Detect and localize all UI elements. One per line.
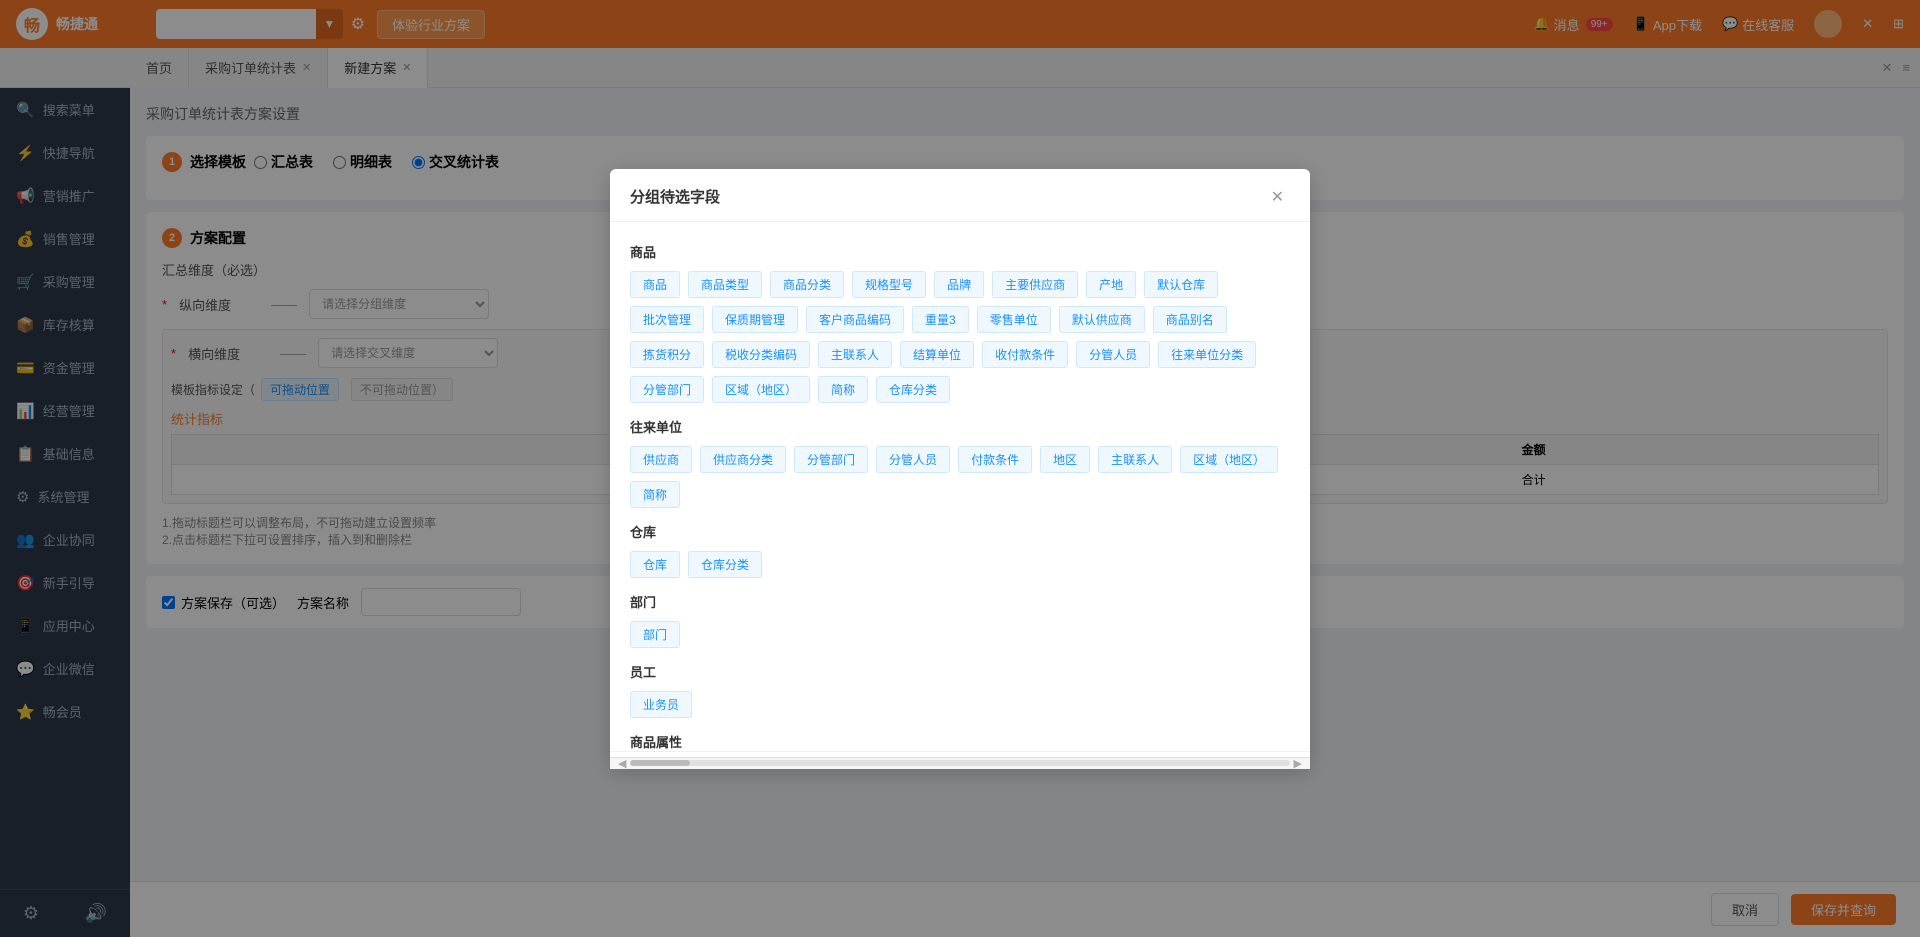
field-tag-2-1[interactable]: 仓库分类 [688,551,762,578]
field-tag-0-14[interactable]: 商品别名 [1153,306,1227,333]
modal-overlay[interactable]: 分组待选字段 ✕ 商品商品商品类型商品分类规格型号品牌主要供应商产地默认仓库批次… [0,0,1920,937]
modal-section-title-3: 部门 [630,592,1290,611]
field-grid-2: 仓库仓库分类 [630,551,1290,578]
field-tag-0-1[interactable]: 商品类型 [688,271,762,298]
modal: 分组待选字段 ✕ 商品商品商品类型商品分类规格型号品牌主要供应商产地默认仓库批次… [610,169,1310,769]
field-tag-4-0[interactable]: 业务员 [630,691,692,718]
modal-title: 分组待选字段 [630,186,720,207]
modal-close-button[interactable]: ✕ [1265,185,1290,209]
field-grid-0: 商品商品类型商品分类规格型号品牌主要供应商产地默认仓库批次管理保质期管理客户商品… [630,271,1290,403]
field-tag-0-21[interactable]: 往来单位分类 [1158,341,1256,368]
field-tag-0-11[interactable]: 重量3 [912,306,969,333]
hscroll-left-arrow[interactable]: ◀ [614,757,630,770]
field-tag-0-9[interactable]: 保质期管理 [712,306,798,333]
field-tag-0-5[interactable]: 主要供应商 [992,271,1078,298]
field-tag-1-4[interactable]: 付款条件 [958,446,1032,473]
field-tag-0-10[interactable]: 客户商品编码 [806,306,904,333]
field-tag-0-0[interactable]: 商品 [630,271,680,298]
hscroll-thumb [630,760,690,766]
field-grid-1: 供应商供应商分类分管部门分管人员付款条件地区主联系人区域（地区） 简称 [630,446,1290,508]
modal-header: 分组待选字段 ✕ [610,169,1310,222]
modal-section-title-0: 商品 [630,242,1290,261]
field-tag-1-0[interactable]: 供应商 [630,446,692,473]
hscroll-track [630,760,1289,766]
field-tag-0-7[interactable]: 默认仓库 [1144,271,1218,298]
field-tag-0-18[interactable]: 结算单位 [900,341,974,368]
field-tag-1-2[interactable]: 分管部门 [794,446,868,473]
modal-section-title-1: 往来单位 [630,417,1290,436]
field-grid-3: 部门 [630,621,1290,648]
field-tag-0-16[interactable]: 税收分类编码 [712,341,810,368]
field-tag-0-15[interactable]: 拣货积分 [630,341,704,368]
field-tag-0-4[interactable]: 品牌 [934,271,984,298]
field-tag-0-12[interactable]: 零售单位 [977,306,1051,333]
field-tag-0-24[interactable]: 简称 [818,376,868,403]
field-tag-1-1[interactable]: 供应商分类 [700,446,786,473]
modal-hscrollbar: ◀ ▶ [610,757,1310,769]
field-tag-0-2[interactable]: 商品分类 [770,271,844,298]
field-tag-0-20[interactable]: 分管人员 [1076,341,1150,368]
field-tag-1-3[interactable]: 分管人员 [876,446,950,473]
field-tag-0-6[interactable]: 产地 [1086,271,1136,298]
modal-body: 商品商品商品类型商品分类规格型号品牌主要供应商产地默认仓库批次管理保质期管理客户… [610,222,1310,752]
field-tag-0-3[interactable]: 规格型号 [852,271,926,298]
modal-section-title-5: 商品属性 [630,732,1290,751]
field-tag-0-19[interactable]: 收付款条件 [982,341,1068,368]
field-tag-0-23[interactable]: 区域（地区） [712,376,810,403]
field-tag-0-17[interactable]: 主联系人 [818,341,892,368]
field-tag-0-13[interactable]: 默认供应商 [1059,306,1145,333]
field-tag-1-7[interactable]: 区域（地区） [1180,446,1278,473]
field-tag-1-5[interactable]: 地区 [1040,446,1090,473]
field-tag-2-0[interactable]: 仓库 [630,551,680,578]
field-grid-4: 业务员 [630,691,1290,718]
field-tag-0-8[interactable]: 批次管理 [630,306,704,333]
modal-section-title-4: 员工 [630,662,1290,681]
field-tag-1-8[interactable]: 简称 [630,481,680,508]
field-tag-3-0[interactable]: 部门 [630,621,680,648]
field-tag-0-22[interactable]: 分管部门 [630,376,704,403]
modal-section-title-2: 仓库 [630,522,1290,541]
hscroll-right-arrow[interactable]: ▶ [1290,757,1306,770]
field-tag-0-25[interactable]: 仓库分类 [876,376,950,403]
field-tag-1-6[interactable]: 主联系人 [1098,446,1172,473]
